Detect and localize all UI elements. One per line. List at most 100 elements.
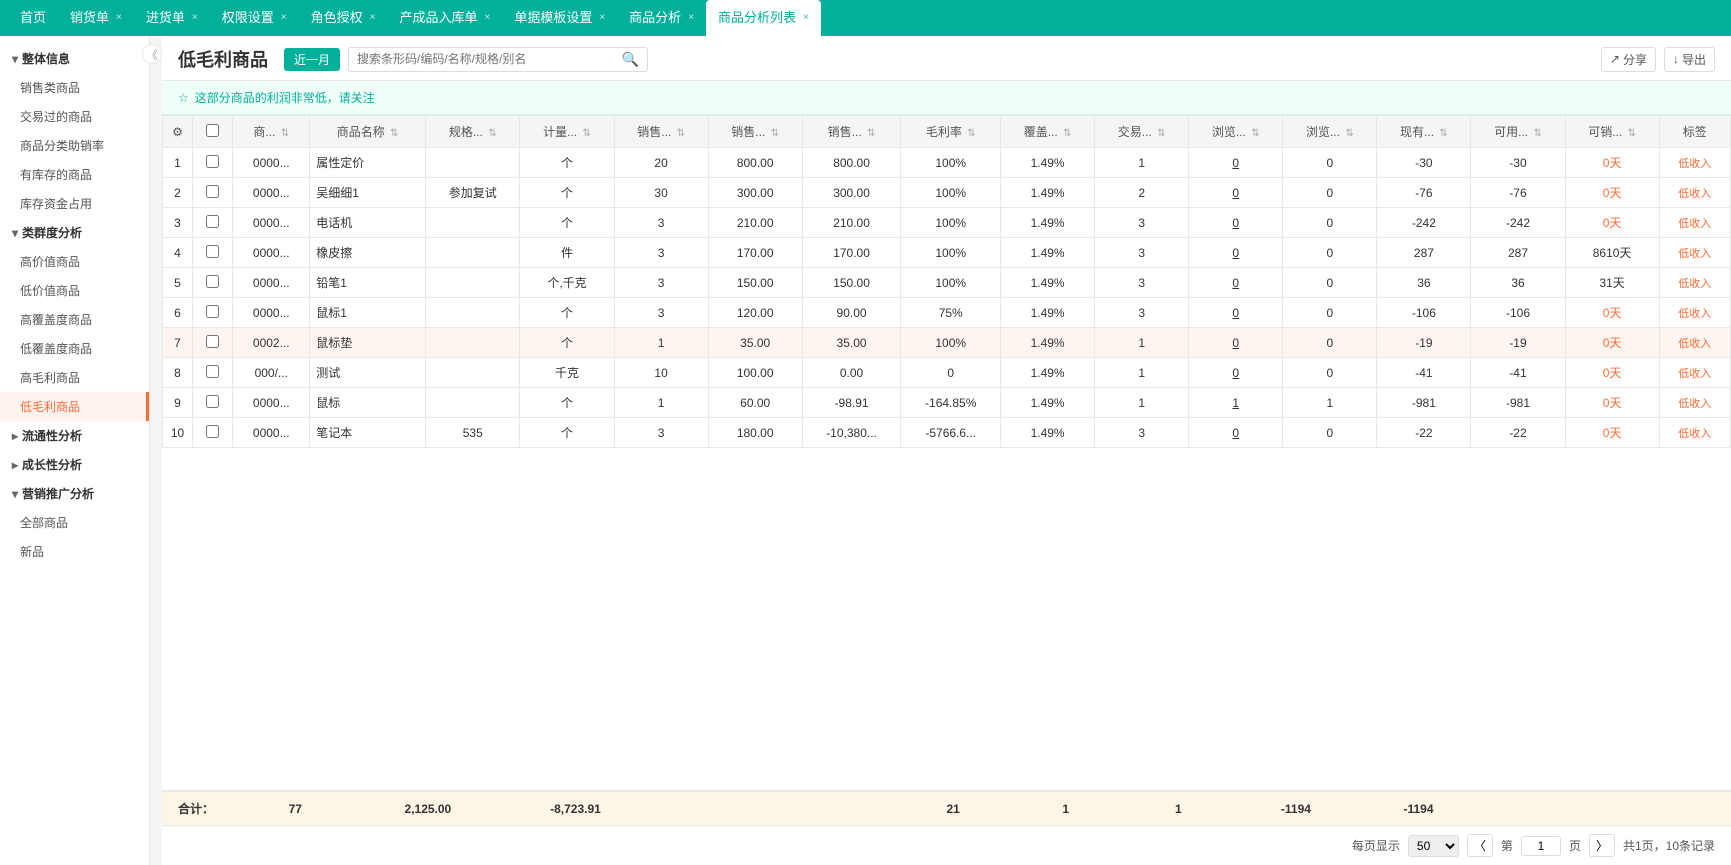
nav-product-warehouse[interactable]: 产成品入库单 × <box>387 0 502 36</box>
row-trade: 2 <box>1095 178 1189 208</box>
sidebar-collapse-btn[interactable]: 《 <box>142 44 162 64</box>
sidebar-item-high-value[interactable]: 高价值商品 <box>0 247 149 276</box>
sidebar-group-cluster-title[interactable]: ▾ 类群度分析 <box>0 218 149 247</box>
row-browse1[interactable]: 0 <box>1189 298 1283 328</box>
row-sellable: 0天 <box>1565 178 1659 208</box>
row-checkbox[interactable] <box>193 148 233 178</box>
row-checkbox[interactable] <box>193 178 233 208</box>
export-button[interactable]: ↓ 导出 <box>1664 47 1715 72</box>
col-current-stock[interactable]: 现有... ⇅ <box>1377 116 1471 148</box>
sidebar-group-liquidity-title[interactable]: ▸ 流通性分析 <box>0 421 149 450</box>
checkbox-all[interactable] <box>206 124 219 137</box>
share-button[interactable]: ↗ 分享 <box>1601 47 1656 72</box>
nav-close-product-warehouse[interactable]: × <box>484 0 490 36</box>
row-name: 测试 <box>310 358 426 388</box>
sidebar-item-high-margin[interactable]: 高毛利商品 <box>0 363 149 392</box>
arrow-icon-liquidity: ▸ <box>12 429 18 443</box>
col-browse1[interactable]: 浏览... ⇅ <box>1189 116 1283 148</box>
row-checkbox[interactable] <box>193 328 233 358</box>
data-table-container: ⚙ 商... ⇅ 商品名称 ⇅ 规格... ⇅ 计量... ⇅ 销售... ⇅ … <box>162 115 1731 790</box>
col-checkbox-all[interactable] <box>193 116 233 148</box>
row-sales-price: 210.00 <box>708 208 802 238</box>
notice-icon: ☆ <box>178 91 189 105</box>
sidebar-item-low-margin[interactable]: 低毛利商品 <box>0 392 149 421</box>
row-browse1[interactable]: 0 <box>1189 238 1283 268</box>
filter-recent-month-btn[interactable]: 近一月 <box>284 48 340 71</box>
page-input[interactable] <box>1521 836 1561 856</box>
row-checkbox[interactable] <box>193 358 233 388</box>
row-trade: 1 <box>1095 358 1189 388</box>
nav-close-analysis-list[interactable]: × <box>803 0 809 36</box>
row-coverage: 1.49% <box>1001 268 1095 298</box>
col-settings[interactable]: ⚙ <box>163 116 193 148</box>
next-page-btn[interactable]: 〉 <box>1589 834 1615 857</box>
pagination-bar: 每页显示 50 100 200 〈 第 页 〉 共1页，10条记录 <box>162 825 1731 865</box>
row-browse1[interactable]: 0 <box>1189 418 1283 448</box>
nav-close-role[interactable]: × <box>370 0 376 36</box>
col-name[interactable]: 商品名称 ⇅ <box>310 116 426 148</box>
row-checkbox[interactable] <box>193 388 233 418</box>
nav-close-purchase[interactable]: × <box>192 0 198 36</box>
col-spec[interactable]: 规格... ⇅ <box>426 116 520 148</box>
row-checkbox[interactable] <box>193 298 233 328</box>
page-size-select[interactable]: 50 100 200 <box>1408 835 1459 857</box>
col-available[interactable]: 可用... ⇅ <box>1471 116 1565 148</box>
sidebar-item-new-goods[interactable]: 新品 <box>0 537 149 566</box>
nav-close-permissions[interactable]: × <box>281 0 287 36</box>
sidebar-group-growth-title[interactable]: ▸ 成长性分析 <box>0 450 149 479</box>
sidebar-item-low-value[interactable]: 低价值商品 <box>0 276 149 305</box>
sidebar-item-stock-goods[interactable]: 有库存的商品 <box>0 160 149 189</box>
row-gross-margin: 100% <box>901 148 1001 178</box>
nav-sales-order[interactable]: 销货单 × <box>58 0 134 36</box>
nav-purchase-order[interactable]: 进货单 × <box>134 0 210 36</box>
col-unit[interactable]: 计量... ⇅ <box>520 116 614 148</box>
col-gross-margin[interactable]: 毛利率 ⇅ <box>901 116 1001 148</box>
col-coverage[interactable]: 覆盖... ⇅ <box>1001 116 1095 148</box>
row-browse1[interactable]: 0 <box>1189 328 1283 358</box>
col-code[interactable]: 商... ⇅ <box>233 116 310 148</box>
sidebar-item-traded-goods[interactable]: 交易过的商品 <box>0 102 149 131</box>
row-checkbox[interactable] <box>193 418 233 448</box>
col-trade[interactable]: 交易... ⇅ <box>1095 116 1189 148</box>
nav-close-sales[interactable]: × <box>116 0 122 36</box>
col-sales-amount[interactable]: 销售... ⇅ <box>802 116 901 148</box>
row-browse1[interactable]: 0 <box>1189 268 1283 298</box>
row-checkbox[interactable] <box>193 208 233 238</box>
sidebar-group-general-title[interactable]: ▾ 整体信息 <box>0 44 149 73</box>
nav-permissions[interactable]: 权限设置 × <box>210 0 299 36</box>
nav-product-analysis[interactable]: 商品分析 × <box>617 0 706 36</box>
col-browse2[interactable]: 浏览... ⇅ <box>1283 116 1377 148</box>
sidebar-item-stock-capital[interactable]: 库存资金占用 <box>0 189 149 218</box>
col-sales-price[interactable]: 销售... ⇅ <box>708 116 802 148</box>
nav-close-template[interactable]: × <box>599 0 605 36</box>
sidebar-item-category-rate[interactable]: 商品分类助销率 <box>0 131 149 160</box>
row-sales-amount: -98.91 <box>802 388 901 418</box>
row-checkbox[interactable] <box>193 238 233 268</box>
row-browse1[interactable]: 0 <box>1189 208 1283 238</box>
sidebar-item-high-coverage[interactable]: 高覆盖度商品 <box>0 305 149 334</box>
sidebar-item-low-coverage[interactable]: 低覆盖度商品 <box>0 334 149 363</box>
sidebar-group-marketing-title[interactable]: ▾ 营销推广分析 <box>0 479 149 508</box>
row-browse1[interactable]: 0 <box>1189 178 1283 208</box>
nav-template-settings[interactable]: 单据模板设置 × <box>502 0 617 36</box>
content-header: 低毛利商品 近一月 🔍 ↗ 分享 ↓ 导出 <box>162 36 1731 81</box>
col-sales-qty[interactable]: 销售... ⇅ <box>614 116 708 148</box>
col-tag[interactable]: 标签 <box>1659 116 1730 148</box>
prev-page-btn[interactable]: 〈 <box>1467 834 1493 857</box>
main-layout: ▾ 整体信息 销售类商品 交易过的商品 商品分类助销率 有库存的商品 库存资金占… <box>0 36 1731 865</box>
row-browse1[interactable]: 0 <box>1189 358 1283 388</box>
col-sellable[interactable]: 可销... ⇅ <box>1565 116 1659 148</box>
sidebar-item-all-goods[interactable]: 全部商品 <box>0 508 149 537</box>
row-browse1[interactable]: 1 <box>1189 388 1283 418</box>
nav-home[interactable]: 首页 <box>8 0 58 36</box>
footer-spacer2 <box>806 802 866 816</box>
row-browse1[interactable]: 0 <box>1189 148 1283 178</box>
search-icon[interactable]: 🔍 <box>622 51 639 68</box>
nav-product-analysis-list[interactable]: 商品分析列表 × <box>706 0 821 36</box>
row-sales-qty: 3 <box>614 418 708 448</box>
search-input[interactable] <box>357 52 618 66</box>
nav-role-auth[interactable]: 角色授权 × <box>299 0 388 36</box>
row-checkbox[interactable] <box>193 268 233 298</box>
sidebar-item-sales-goods[interactable]: 销售类商品 <box>0 73 149 102</box>
nav-close-analysis[interactable]: × <box>688 0 694 36</box>
